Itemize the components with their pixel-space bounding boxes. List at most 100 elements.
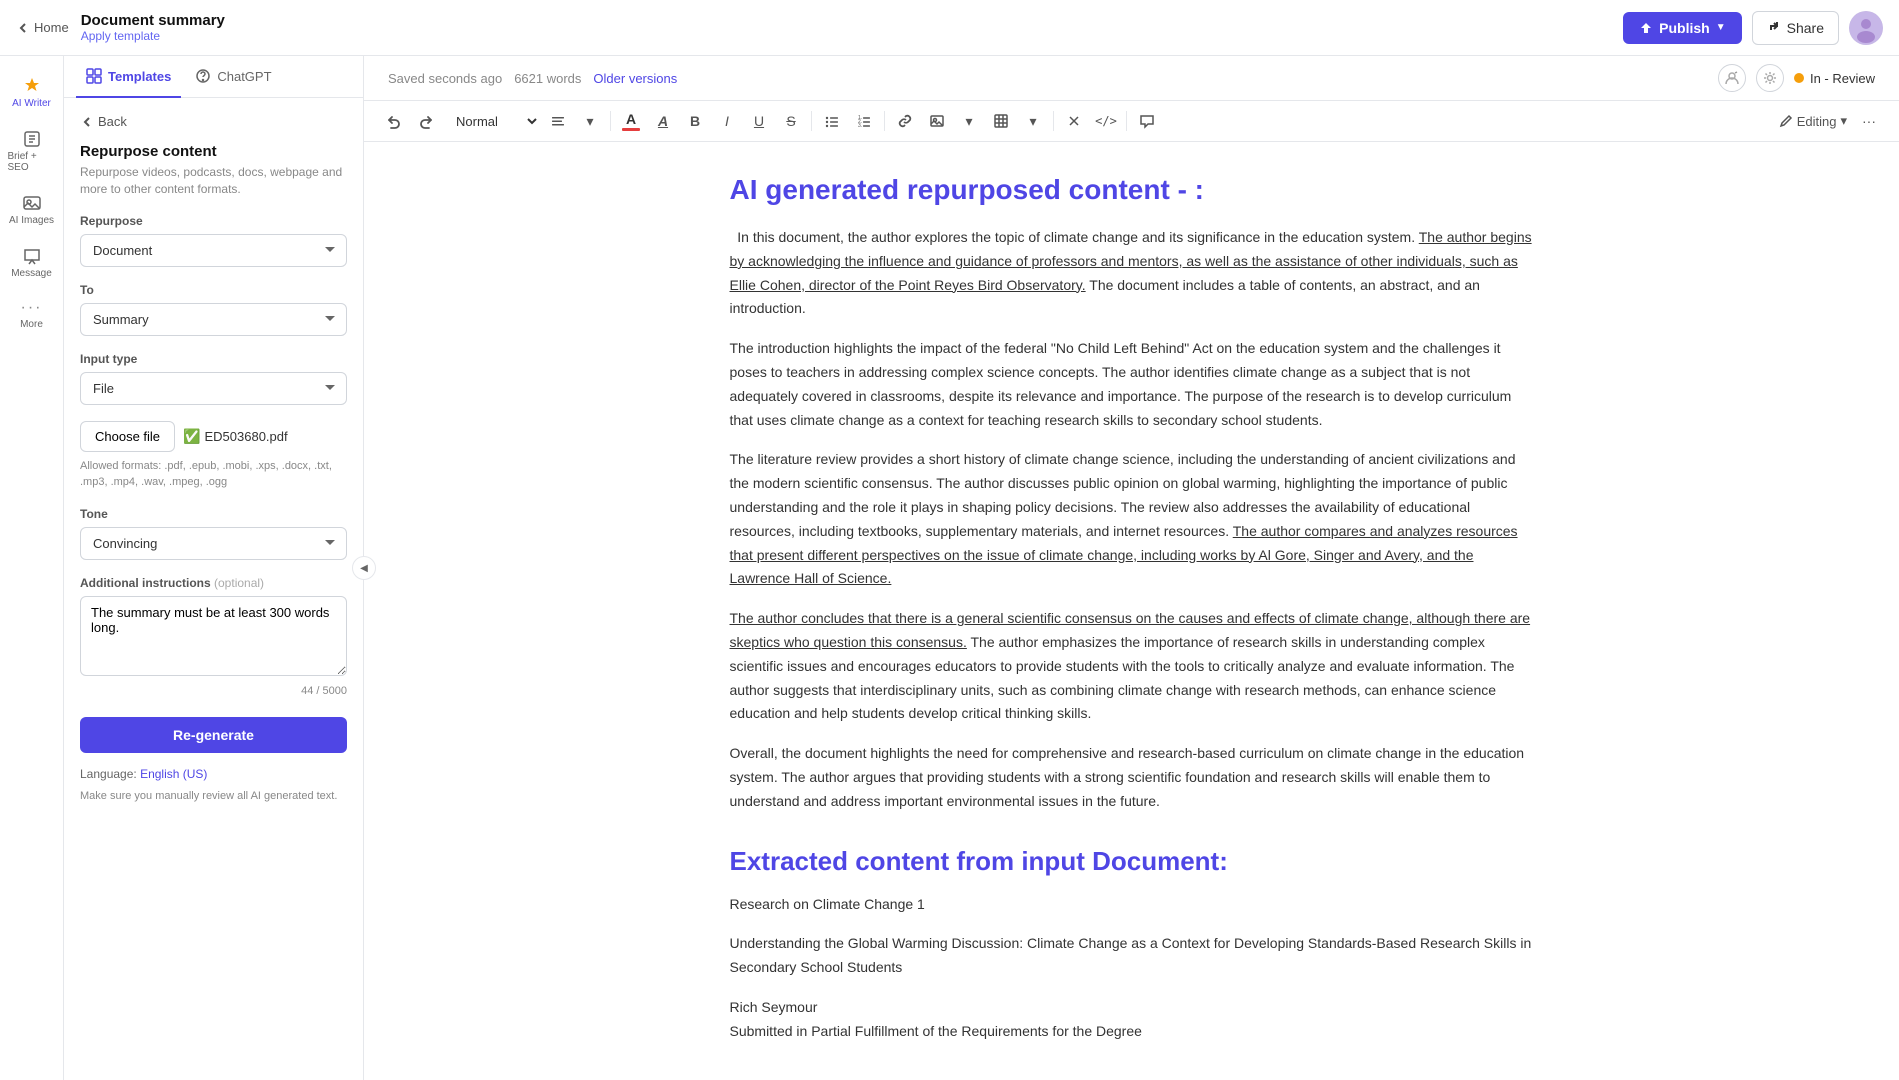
back-home-btn[interactable]: Home (16, 20, 69, 35)
editing-mode-button[interactable]: Editing ▾ (1771, 109, 1855, 133)
to-select[interactable]: Summary Blog Post Social Post Email (80, 303, 347, 336)
panel-section-desc: Repurpose videos, podcasts, docs, webpag… (80, 164, 347, 198)
editor-content[interactable]: AI generated repurposed content - : In t… (682, 142, 1582, 1080)
doc-info: Document summary Apply template (81, 12, 225, 43)
text-style-select[interactable]: Normal Heading 1 Heading 2 Heading 3 (444, 109, 540, 134)
to-label: To (80, 283, 347, 297)
publish-button[interactable]: Publish ▼ (1623, 12, 1741, 44)
sidebar-item-ai-images[interactable]: AI Images (4, 185, 60, 234)
tab-templates-label: Templates (108, 69, 171, 84)
disclaimer: Make sure you manually review all AI gen… (80, 789, 347, 804)
input-type-select[interactable]: File URL Text (80, 372, 347, 405)
instructions-textarea[interactable]: The summary must be at least 300 words l… (80, 596, 347, 676)
content-title: AI generated repurposed content - : (730, 174, 1534, 206)
panel-section-title: Repurpose content (80, 143, 347, 160)
sidebar-item-message[interactable]: Message (4, 238, 60, 287)
tab-chatgpt[interactable]: ChatGPT (185, 56, 281, 98)
editor-meta: Saved seconds ago 6621 words Older versi… (364, 56, 1899, 101)
bold-button[interactable]: B (681, 107, 709, 135)
panel-content: Back Repurpose content Repurpose videos,… (64, 98, 363, 820)
sidebar-label-more: More (20, 319, 43, 330)
editor-area: Saved seconds ago 6621 words Older versi… (364, 56, 1899, 1080)
content-para-2: The literature review provides a short h… (730, 448, 1534, 591)
underline-text-1: The author begins by acknowledging the i… (730, 229, 1532, 293)
publish-chevron-icon: ▼ (1716, 22, 1726, 33)
content-para-1: The introduction highlights the impact o… (730, 337, 1534, 432)
font-color-button[interactable]: A (617, 107, 645, 135)
svg-text:3.: 3. (858, 123, 862, 129)
toolbar-sep-3 (884, 111, 885, 131)
share-button[interactable]: Share (1752, 11, 1839, 45)
extracted-para-2: Rich SeymourSubmitted in Partial Fulfill… (730, 996, 1534, 1044)
strikethrough-button[interactable]: S (777, 107, 805, 135)
sidebar-item-ai-writer[interactable]: AI Writer (4, 68, 60, 117)
avatar[interactable] (1849, 11, 1883, 45)
share-label: Share (1787, 20, 1824, 36)
bullet-list-button[interactable] (818, 107, 846, 135)
content-para-3: The author concludes that there is a gen… (730, 607, 1534, 726)
code-button[interactable]: </> (1092, 107, 1120, 135)
undo-button[interactable] (380, 107, 408, 135)
left-panel-wrapper: Templates ChatGPT Back (64, 56, 364, 1080)
repurpose-select[interactable]: Document Video Podcast Webpage (80, 234, 347, 267)
regenerate-button[interactable]: Re-generate (80, 717, 347, 753)
left-panel: Templates ChatGPT Back (64, 56, 364, 1080)
sidebar-item-more[interactable]: ··· More (4, 291, 60, 338)
image-button[interactable] (923, 107, 951, 135)
back-link[interactable]: Back (80, 114, 347, 129)
to-field-group: To Summary Blog Post Social Post Email (80, 283, 347, 336)
language-info: Language: English (US) (80, 767, 347, 781)
header-left: Home Document summary Apply template (16, 12, 225, 43)
redo-button[interactable] (412, 107, 440, 135)
tone-select[interactable]: Convincing Formal Casual Informative (80, 527, 347, 560)
content-para-4: Overall, the document highlights the nee… (730, 742, 1534, 813)
table-chevron-button[interactable]: ▾ (1019, 107, 1047, 135)
ordered-list-button[interactable]: 1. 2. 3. (850, 107, 878, 135)
table-button[interactable] (987, 107, 1015, 135)
choose-file-button[interactable]: Choose file (80, 421, 175, 452)
panel-tabs: Templates ChatGPT (64, 56, 363, 98)
additional-label: Additional instructions (optional) (80, 576, 347, 590)
icon-sidebar: AI Writer Brief + SEO AI Images Message (0, 56, 64, 1080)
more-dots-icon: ··· (21, 299, 43, 317)
editor-meta-left: Saved seconds ago 6621 words Older versi… (388, 71, 677, 86)
highlight-button[interactable]: A (649, 107, 677, 135)
content-para-0: In this document, the author explores th… (730, 226, 1534, 321)
older-versions-link[interactable]: Older versions (593, 71, 677, 86)
comment-button[interactable] (1133, 107, 1161, 135)
underline-button[interactable]: U (745, 107, 773, 135)
sidebar-item-brief-seo[interactable]: Brief + SEO (4, 121, 60, 181)
allowed-formats: Allowed formats: .pdf, .epub, .mobi, .xp… (80, 458, 347, 491)
apply-template-link[interactable]: Apply template (81, 29, 225, 43)
language-value[interactable]: English (US) (140, 767, 207, 781)
link-button[interactable] (891, 107, 919, 135)
status-text: In - Review (1810, 71, 1875, 86)
clear-format-button[interactable] (1060, 107, 1088, 135)
home-label: Home (34, 20, 69, 35)
file-check-icon: ✅ (183, 428, 200, 445)
settings-icon[interactable] (1756, 64, 1784, 92)
file-chosen: ✅ ED503680.pdf (183, 428, 288, 445)
status-dot-icon (1794, 73, 1804, 83)
tab-templates[interactable]: Templates (76, 56, 181, 98)
editing-label: Editing (1797, 114, 1837, 129)
additional-field-group: Additional instructions (optional) The s… (80, 576, 347, 697)
align-button[interactable] (544, 107, 572, 135)
publish-label: Publish (1659, 20, 1710, 36)
toolbar-sep-2 (811, 111, 812, 131)
italic-button[interactable]: I (713, 107, 741, 135)
language-label: Language: (80, 767, 140, 781)
extracted-para-1: Understanding the Global Warming Discuss… (730, 932, 1534, 980)
underline-text-2: The author compares and analyzes resourc… (730, 523, 1518, 587)
image-chevron-button[interactable]: ▾ (955, 107, 983, 135)
input-type-label: Input type (80, 352, 347, 366)
more-options-button[interactable]: ··· (1855, 107, 1883, 135)
tab-chatgpt-label: ChatGPT (217, 69, 271, 84)
file-upload-group: Choose file ✅ ED503680.pdf Allowed forma… (80, 421, 347, 491)
repurpose-field-group: Repurpose Document Video Podcast Webpage (80, 214, 347, 267)
panel-collapse-button[interactable]: ◀ (352, 556, 376, 580)
underline-text-3: The author concludes that there is a gen… (730, 610, 1531, 650)
user-icon[interactable] (1718, 64, 1746, 92)
sidebar-label-ai-writer: AI Writer (12, 98, 51, 109)
align-chevron-button[interactable]: ▾ (576, 107, 604, 135)
